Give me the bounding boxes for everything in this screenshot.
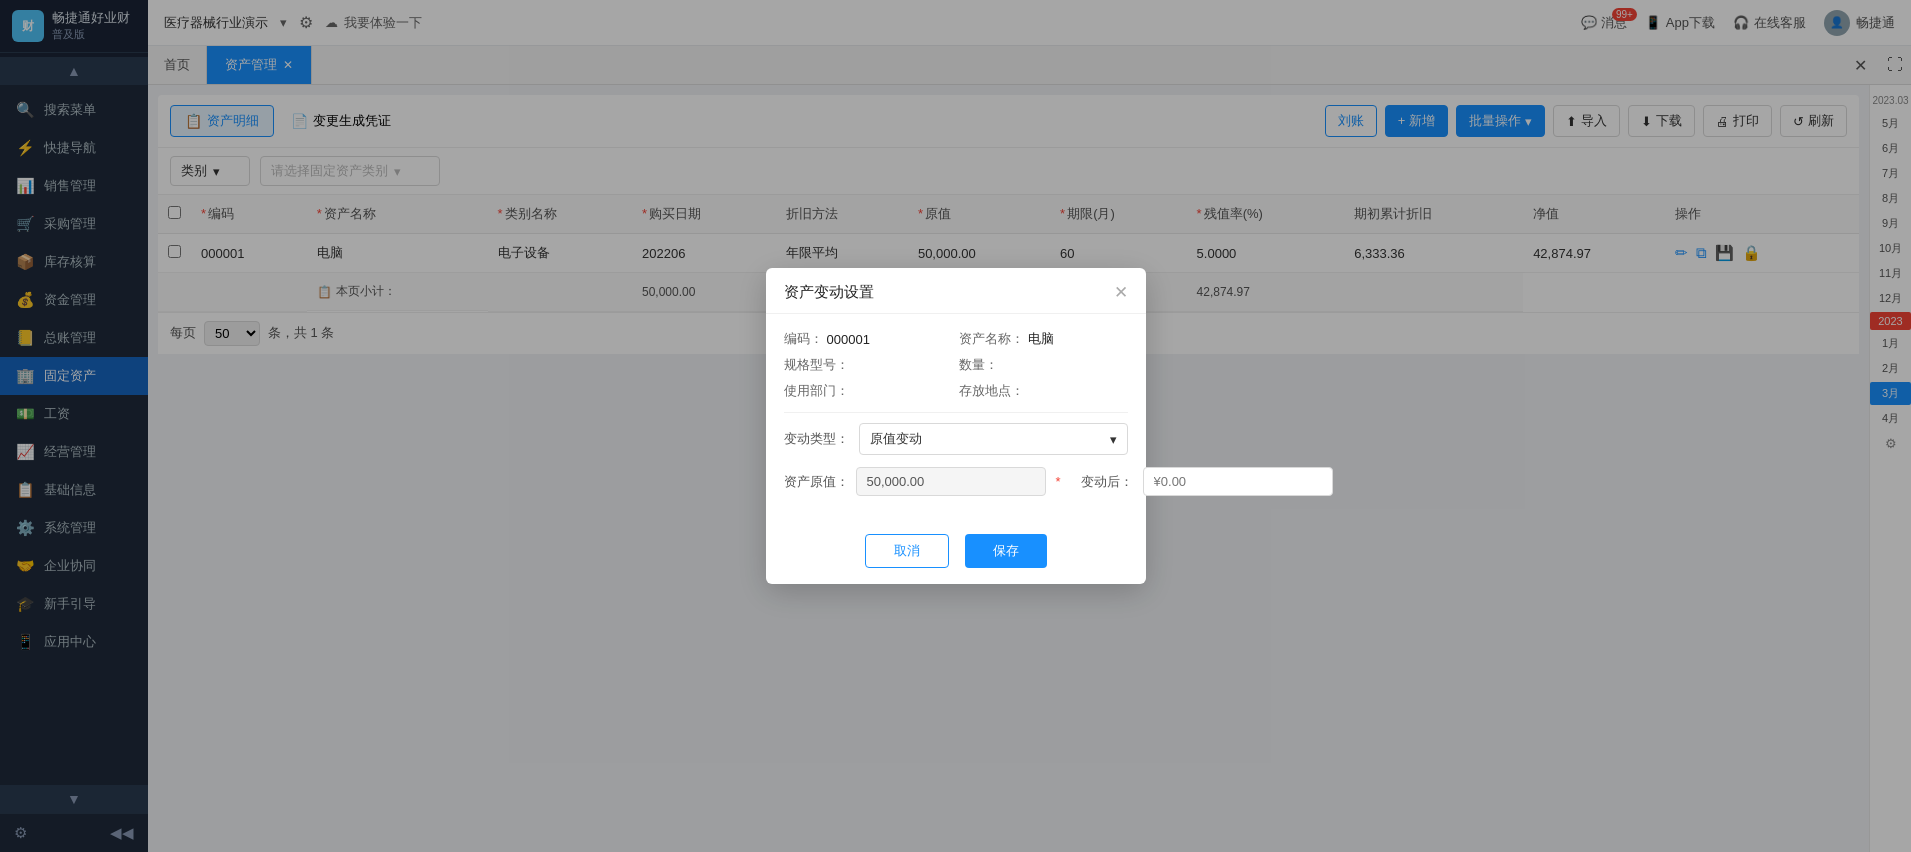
modal-footer: 取消 保存 (766, 524, 1146, 584)
after-change-input[interactable] (1143, 467, 1333, 496)
original-value-input (856, 467, 1046, 496)
modal-location-field: 存放地点： (959, 382, 1128, 400)
modal-code-value: 000001 (827, 332, 870, 347)
modal-title: 资产变动设置 (784, 283, 874, 302)
modal-divider (784, 412, 1128, 413)
change-type-row: 变动类型： 原值变动 ▾ (784, 423, 1128, 455)
modal-quantity-field: 数量： (959, 356, 1128, 374)
change-type-label: 变动类型： (784, 430, 849, 448)
change-type-value: 原值变动 (870, 430, 922, 448)
after-change-label: 变动后： (1071, 473, 1133, 491)
modal-header: 资产变动设置 ✕ (766, 268, 1146, 314)
cancel-button[interactable]: 取消 (865, 534, 949, 568)
modal-code-field: 编码： 000001 (784, 330, 953, 348)
modal-info-grid: 编码： 000001 资产名称： 电脑 规格型号： 数量： 使用部门： (784, 330, 1128, 400)
modal-body: 编码： 000001 资产名称： 电脑 规格型号： 数量： 使用部门： (766, 314, 1146, 524)
original-value-row: 资产原值： * 变动后： (784, 467, 1128, 496)
required-mark: * (1056, 474, 1061, 489)
original-value-label: 资产原值： (784, 473, 846, 491)
asset-change-modal: 资产变动设置 ✕ 编码： 000001 资产名称： 电脑 规格型号： 数量： (766, 268, 1146, 584)
modal-overlay: 资产变动设置 ✕ 编码： 000001 资产名称： 电脑 规格型号： 数量： (0, 0, 1911, 852)
change-type-select[interactable]: 原值变动 ▾ (859, 423, 1128, 455)
modal-close-button[interactable]: ✕ (1114, 282, 1128, 303)
chevron-down-icon: ▾ (1110, 432, 1117, 447)
modal-asset-name-field: 资产名称： 电脑 (959, 330, 1128, 348)
modal-dept-field: 使用部门： (784, 382, 953, 400)
save-button[interactable]: 保存 (965, 534, 1047, 568)
modal-spec-field: 规格型号： (784, 356, 953, 374)
modal-asset-name-value: 电脑 (1028, 330, 1054, 348)
